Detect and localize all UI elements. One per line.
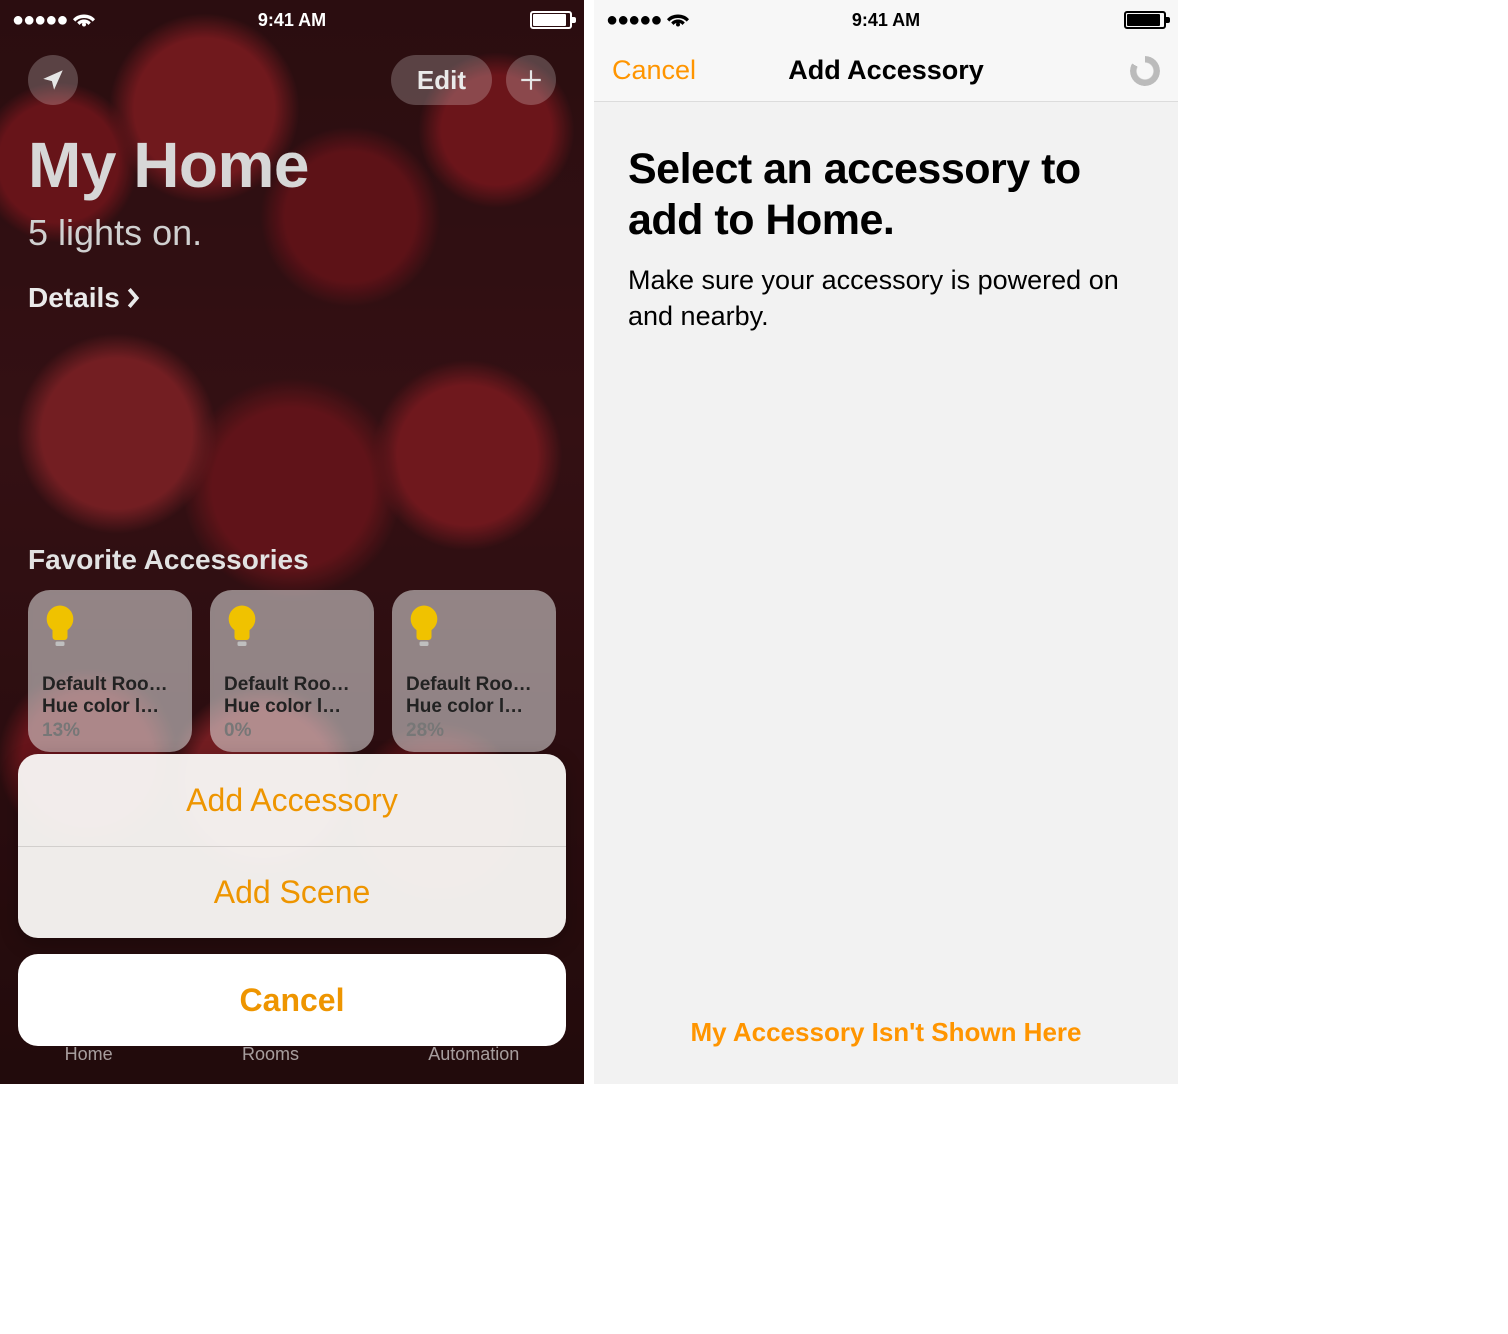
page-title: Select an accessory to add to Home. bbox=[628, 144, 1144, 245]
accessory-tile[interactable]: Default Roo… Hue color l… 0% bbox=[210, 590, 374, 752]
sheet-add-accessory-label: Add Accessory bbox=[186, 782, 398, 819]
tile-percent: 0% bbox=[224, 720, 360, 742]
tile-name: Hue color l… bbox=[406, 696, 542, 718]
add-accessory-screen: ●●●●● 9:41 AM Cancel Add Accessory Selec… bbox=[594, 0, 1178, 1084]
battery-icon bbox=[1124, 11, 1166, 29]
details-link[interactable]: Details bbox=[28, 282, 556, 314]
sheet-cancel[interactable]: Cancel bbox=[18, 954, 566, 1046]
sheet-add-scene-label: Add Scene bbox=[214, 874, 371, 911]
edit-button-label: Edit bbox=[417, 65, 466, 96]
edit-button[interactable]: Edit bbox=[391, 55, 492, 105]
nav-cancel-label: Cancel bbox=[612, 55, 696, 85]
bulb-icon bbox=[224, 604, 360, 652]
tile-name: Hue color l… bbox=[42, 696, 178, 718]
tile-percent: 13% bbox=[42, 720, 178, 742]
details-label: Details bbox=[28, 282, 120, 314]
accessory-tile[interactable]: Default Roo… Hue color l… 13% bbox=[28, 590, 192, 752]
page-subtitle: Make sure your accessory is powered on a… bbox=[628, 263, 1144, 333]
status-line: 5 lights on. bbox=[28, 212, 556, 254]
bulb-icon bbox=[406, 604, 542, 652]
add-button[interactable] bbox=[506, 55, 556, 105]
not-shown-link-label: My Accessory Isn't Shown Here bbox=[690, 1017, 1081, 1047]
wifi-icon bbox=[73, 12, 95, 28]
nav-bar: Cancel Add Accessory bbox=[594, 40, 1178, 102]
home-app-screen: ●●●●● 9:41 AM Edit My Home 5 li bbox=[0, 0, 584, 1084]
accessory-tile[interactable]: Default Roo… Hue color l… 28% bbox=[392, 590, 556, 752]
home-title: My Home bbox=[28, 128, 556, 202]
spinner-icon bbox=[1130, 56, 1160, 86]
signal-dots-icon: ●●●●● bbox=[606, 9, 661, 32]
tile-name: Hue color l… bbox=[224, 696, 360, 718]
not-shown-link[interactable]: My Accessory Isn't Shown Here bbox=[628, 1017, 1144, 1084]
tile-room: Default Roo… bbox=[406, 674, 542, 696]
signal-dots-icon: ●●●●● bbox=[12, 9, 67, 32]
status-bar: ●●●●● 9:41 AM bbox=[0, 0, 584, 40]
wifi-icon bbox=[667, 12, 689, 28]
action-sheet: Add Accessory Add Scene Cancel bbox=[18, 754, 566, 1046]
favorites-tiles: Default Roo… Hue color l… 13% Default Ro… bbox=[28, 590, 556, 752]
status-bar: ●●●●● 9:41 AM bbox=[594, 0, 1178, 40]
tile-percent: 28% bbox=[406, 720, 542, 742]
location-button[interactable] bbox=[28, 55, 78, 105]
sheet-add-accessory[interactable]: Add Accessory bbox=[18, 754, 566, 846]
nav-cancel-button[interactable]: Cancel bbox=[612, 55, 696, 86]
sheet-cancel-label: Cancel bbox=[240, 982, 345, 1019]
bulb-icon bbox=[42, 604, 178, 652]
favorites-label: Favorite Accessories bbox=[28, 544, 556, 576]
top-bar: Edit bbox=[28, 50, 556, 110]
tile-room: Default Roo… bbox=[42, 674, 178, 696]
tile-room: Default Roo… bbox=[224, 674, 360, 696]
battery-icon bbox=[530, 11, 572, 29]
sheet-add-scene[interactable]: Add Scene bbox=[18, 846, 566, 938]
chevron-right-icon bbox=[126, 288, 140, 308]
